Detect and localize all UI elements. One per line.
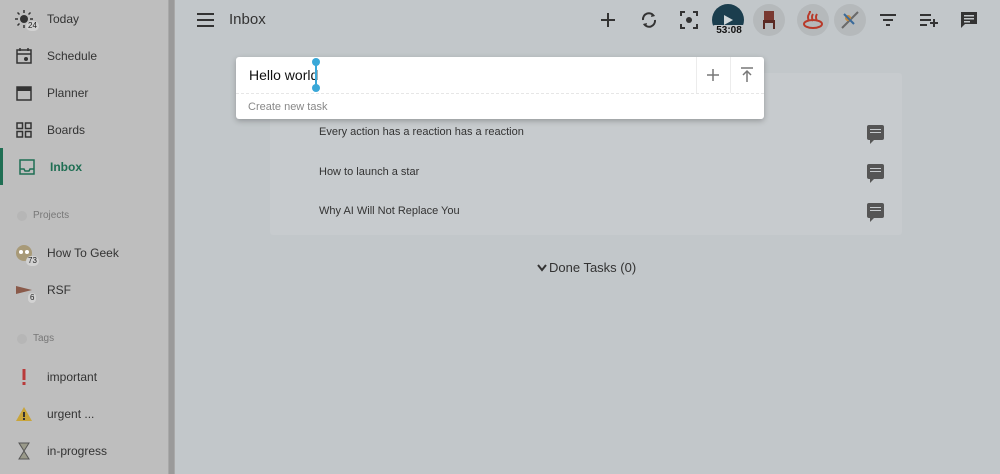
add-icon[interactable] [597,9,619,31]
today-count-badge: 24 [26,21,39,31]
planner-icon [15,84,33,102]
project-count-badge: 6 [28,293,37,303]
text-cursor [312,58,320,92]
notes-icon[interactable] [958,9,980,31]
hourglass-icon [15,442,33,460]
pomodoro-chair-button[interactable] [753,4,785,36]
popup-divider [236,93,764,94]
sidebar-item-tag-urgent[interactable]: urgent ... [0,395,168,432]
sidebar-item-tag-important[interactable]: important [0,358,168,395]
menu-icon[interactable] [197,13,214,27]
arrow-to-top-icon [741,67,753,82]
filter-icon[interactable] [877,9,899,31]
sync-icon[interactable] [638,9,660,31]
task-notes-icon[interactable] [867,125,884,144]
add-to-top-button[interactable] [735,63,759,87]
sidebar-item-planner[interactable]: Planner [0,74,168,111]
sidebar-item-label: Planner [47,85,89,100]
add-task-popup: Hello world Create new task [236,57,764,119]
sidebar-item-schedule[interactable]: Schedule [0,37,168,74]
warning-icon [15,405,33,423]
sidebar-item-label: Today [47,11,80,26]
done-tasks-label: Done Tasks (0) [549,260,637,275]
plus-icon [707,69,719,81]
sidebar-item-label: RSF [47,282,71,297]
chair-icon [763,11,775,29]
sidebar: 24 Today Schedule Planner Boards Inbox P… [0,0,168,474]
add-task-button[interactable] [701,63,725,87]
exclamation-icon [15,368,33,386]
inbox-icon [18,158,36,176]
sidebar-item-boards[interactable]: Boards [0,111,168,148]
tags-section-icon [17,334,27,344]
hot-spring-button[interactable] [797,4,829,36]
task-notes-icon[interactable] [867,203,884,222]
sports-button[interactable] [834,4,866,36]
sidebar-item-label: important [47,369,98,384]
sidebar-item-project-rsf[interactable]: 6 RSF [0,271,168,308]
hot-spring-icon [803,11,823,29]
tags-section-label: Tags [33,333,55,344]
project-count-badge: 73 [26,256,39,266]
sidebar-item-label: urgent ... [47,406,95,421]
sidebar-item-tag-in-progress[interactable]: in-progress [0,432,168,469]
timer-display: 53:08 [712,25,746,36]
add-task-hint: Create new task [248,101,328,113]
sidebar-item-label: Schedule [47,48,98,63]
focus-mode-icon[interactable] [678,9,700,31]
sidebar-item-inbox[interactable]: Inbox [0,148,171,185]
sidebar-item-label: How To Geek [47,245,119,260]
page-title: Inbox [229,11,266,28]
sidebar-item-label: Inbox [50,159,82,174]
sidebar-item-today[interactable]: 24 Today [0,0,168,37]
sidebar-scrollbar[interactable] [168,0,175,474]
task-notes-icon[interactable] [867,164,884,183]
boards-icon [15,121,33,139]
task-title[interactable]: How to launch a star [319,166,419,178]
projects-section-label: Projects [33,210,70,221]
task-title[interactable]: Every action has a reaction has a reacti… [319,126,524,138]
projects-section-icon [17,211,27,221]
add-list-icon[interactable] [918,9,940,31]
chevron-down-icon [537,264,547,272]
sidebar-item-label: Boards [47,122,86,137]
sidebar-item-label: in-progress [47,443,108,458]
done-tasks-toggle[interactable]: Done Tasks (0) [537,260,636,275]
task-title[interactable]: Why AI Will Not Replace You [319,205,460,217]
sidebar-item-project-how-to-geek[interactable]: 73 How To Geek [0,234,168,271]
sports-icon [841,11,859,29]
add-task-input[interactable]: Hello world [249,67,318,83]
calendar-icon [15,47,33,65]
